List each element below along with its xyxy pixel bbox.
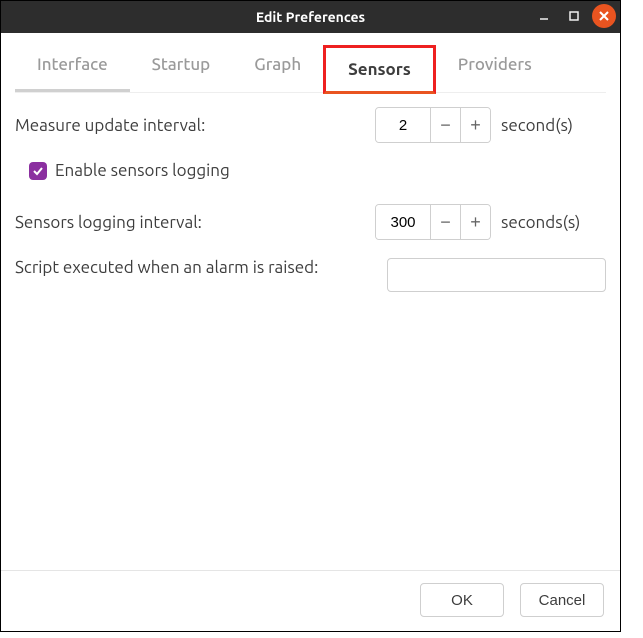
alarm-script-input[interactable] <box>387 258 606 292</box>
maximize-icon <box>568 10 580 22</box>
logging-interval-unit: seconds(s) <box>501 213 580 232</box>
logging-interval-stepper: − + <box>375 204 491 240</box>
preferences-window: Edit Preferences Interface Startup Graph… <box>0 0 621 632</box>
measure-increase-button[interactable]: + <box>460 108 490 142</box>
measure-interval-input[interactable] <box>376 108 430 142</box>
window-title: Edit Preferences <box>1 9 620 25</box>
content-spacer <box>15 310 606 570</box>
minimize-button[interactable] <box>532 4 556 28</box>
maximize-button[interactable] <box>562 4 586 28</box>
enable-logging-checkbox[interactable] <box>29 162 47 180</box>
dialog-footer: OK Cancel <box>1 570 620 631</box>
cancel-button[interactable]: Cancel <box>520 583 604 617</box>
ok-button[interactable]: OK <box>420 583 504 617</box>
logging-decrease-button[interactable]: − <box>430 205 460 239</box>
logging-interval-label: Sensors logging interval: <box>15 213 375 232</box>
logging-interval-input[interactable] <box>376 205 430 239</box>
logging-interval-row: Sensors logging interval: − + seconds(s) <box>15 204 606 240</box>
tab-providers[interactable]: Providers <box>436 43 554 92</box>
tab-interface[interactable]: Interface <box>15 43 130 92</box>
tabs: Interface Startup Graph Sensors Provider… <box>15 43 606 93</box>
minimize-icon <box>538 10 550 22</box>
content: Interface Startup Graph Sensors Provider… <box>1 33 620 570</box>
measure-interval-label: Measure update interval: <box>15 116 375 135</box>
measure-interval-stepper: − + <box>375 107 491 143</box>
check-icon <box>32 165 44 177</box>
tab-sensors[interactable]: Sensors <box>323 45 436 94</box>
sensors-form: Measure update interval: − + second(s) E… <box>9 93 612 570</box>
alarm-script-row: Script executed when an alarm is raised: <box>15 258 606 292</box>
titlebar: Edit Preferences <box>1 1 620 33</box>
close-button[interactable] <box>592 4 616 28</box>
tab-startup[interactable]: Startup <box>130 43 233 92</box>
logging-increase-button[interactable]: + <box>460 205 490 239</box>
close-icon <box>598 10 610 22</box>
window-controls <box>532 4 616 28</box>
enable-logging-label: Enable sensors logging <box>55 161 230 180</box>
measure-interval-row: Measure update interval: − + second(s) <box>15 107 606 143</box>
measure-interval-unit: second(s) <box>501 116 573 135</box>
enable-logging-row: Enable sensors logging <box>29 161 606 180</box>
alarm-script-label: Script executed when an alarm is raised: <box>15 258 387 277</box>
measure-decrease-button[interactable]: − <box>430 108 460 142</box>
tab-graph[interactable]: Graph <box>232 43 323 92</box>
